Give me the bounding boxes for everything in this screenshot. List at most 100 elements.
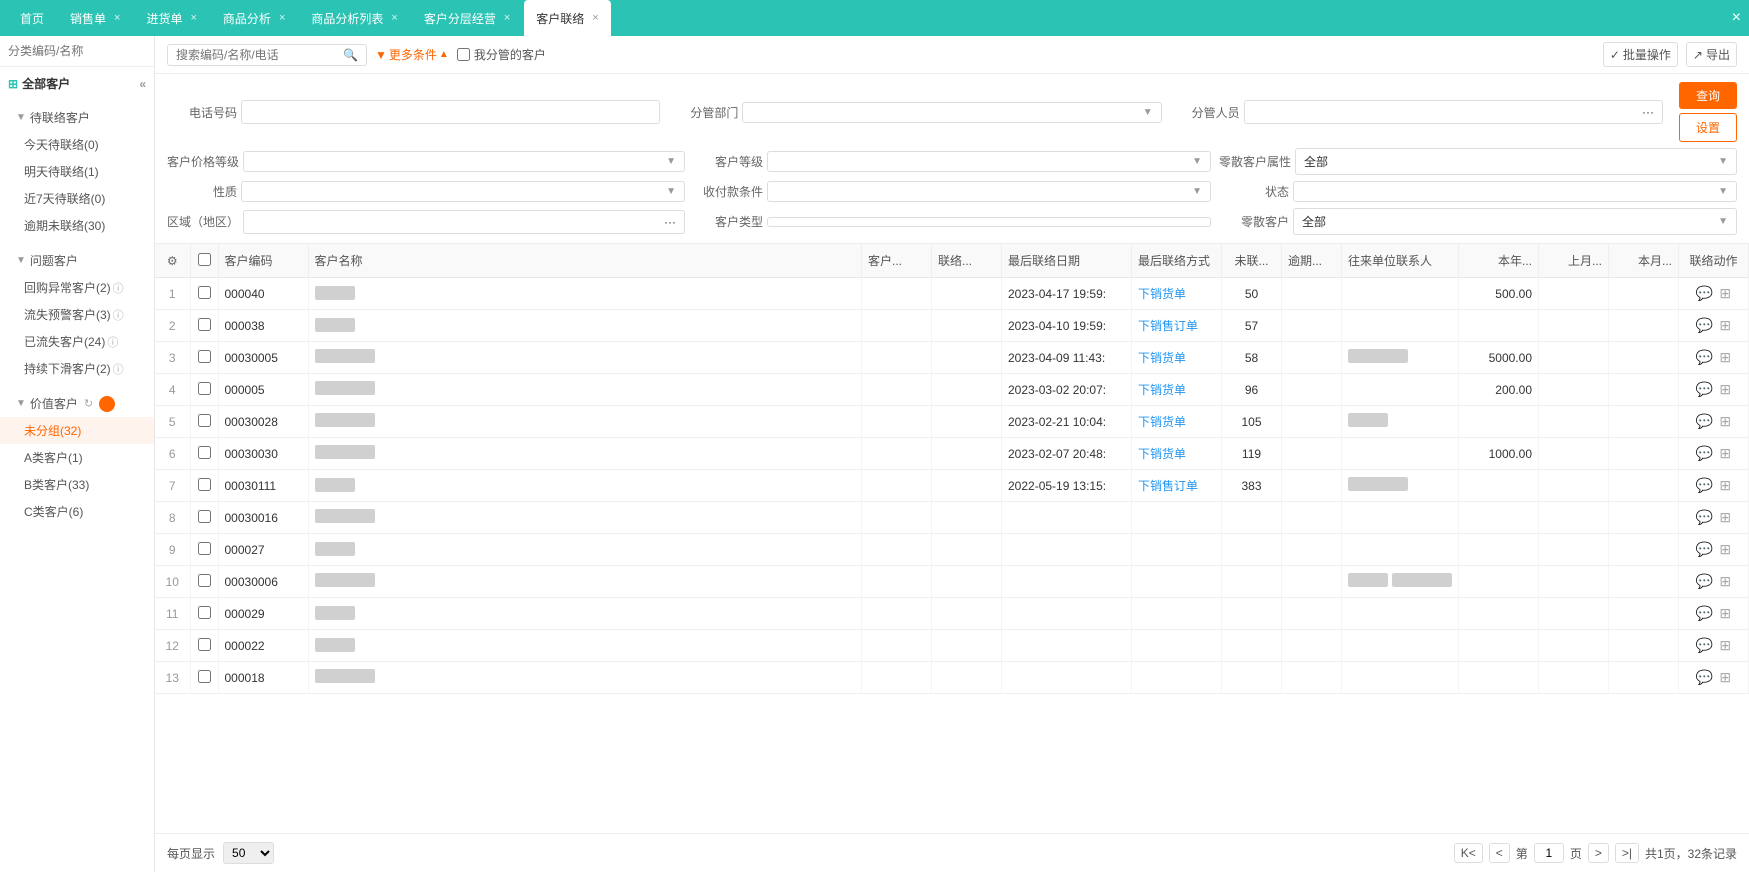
more-icon[interactable]: ⊞ [1719, 669, 1731, 686]
more-icon[interactable]: ⊞ [1719, 541, 1731, 558]
sidebar-search-input[interactable] [8, 44, 155, 58]
more-icon[interactable]: ⊞ [1719, 349, 1731, 366]
sidebar-item-class-c[interactable]: C类客户(6) [0, 498, 154, 525]
close-sales-tab[interactable]: × [114, 12, 120, 24]
dept-select[interactable]: ▼ [742, 102, 1161, 123]
more-icon[interactable]: ⊞ [1719, 285, 1731, 302]
phone-input[interactable] [241, 100, 660, 124]
contact-icon[interactable]: 💬 [1696, 669, 1713, 686]
row-checkbox[interactable] [198, 446, 211, 459]
contact-icon[interactable]: 💬 [1696, 573, 1713, 590]
close-purchase-tab[interactable]: × [190, 12, 196, 24]
last-month-column-header[interactable]: 上月... [1539, 244, 1609, 278]
last-date-column-header[interactable]: 最后联络日期 [1002, 244, 1132, 278]
code-column-header[interactable]: 客户编码 [218, 244, 308, 278]
collapse-icon[interactable]: « [139, 77, 146, 91]
row-checkbox[interactable] [198, 478, 211, 491]
row-checkbox[interactable] [198, 286, 211, 299]
sidebar-item-class-b[interactable]: B类客户(33) [0, 471, 154, 498]
sidebar-item-overdue[interactable]: 逾期未联络(30) [0, 212, 154, 239]
pending-group-header[interactable]: ▼ 待联络客户 [0, 104, 154, 131]
this-year-column-header[interactable]: 本年... [1459, 244, 1539, 278]
contact-icon[interactable]: 💬 [1696, 509, 1713, 526]
row-checkbox[interactable] [198, 638, 211, 651]
first-page-btn[interactable]: K< [1454, 843, 1483, 863]
last-method-column-header[interactable]: 最后联络方式 [1132, 244, 1222, 278]
close-customer-contact-tab[interactable]: × [592, 12, 598, 24]
close-product-list-tab[interactable]: × [391, 12, 397, 24]
row-checkbox[interactable] [198, 574, 211, 587]
sidebar-item-warning[interactable]: 流失预警客户(3) ⓘ [0, 301, 154, 328]
row-checkbox[interactable] [198, 318, 211, 331]
row-checkbox[interactable] [198, 350, 211, 363]
nature-select[interactable]: ▼ [241, 181, 685, 202]
overdue-column-header[interactable]: 逾期... [1282, 244, 1342, 278]
row-checkbox[interactable] [198, 606, 211, 619]
sidebar-item-tomorrow[interactable]: 明天待联络(1) [0, 158, 154, 185]
person-select[interactable]: ··· [1244, 100, 1663, 124]
row-checkbox[interactable] [198, 414, 211, 427]
last-method-link[interactable]: 下销货单 [1138, 447, 1186, 461]
contact-icon[interactable]: 💬 [1696, 285, 1713, 302]
contact-icon[interactable]: 💬 [1696, 381, 1713, 398]
batch-operations-btn[interactable]: ✓ 批量操作 [1603, 42, 1678, 67]
row-checkbox[interactable] [198, 542, 211, 555]
more-icon[interactable]: ⊞ [1719, 509, 1731, 526]
retail-attr-select[interactable]: 全部 ▼ [1295, 148, 1737, 175]
contact-icon[interactable]: 💬 [1696, 445, 1713, 462]
page-size-select[interactable]: 50 20 100 [223, 842, 274, 864]
row-checkbox[interactable] [198, 510, 211, 523]
sidebar-item-class-a[interactable]: A类客户(1) [0, 444, 154, 471]
nav-tab-purchase[interactable]: 进货单 × [134, 0, 208, 36]
more-icon[interactable]: ⊞ [1719, 605, 1731, 622]
contact-column-header[interactable]: 联络... [932, 244, 1002, 278]
nav-tab-product-list[interactable]: 商品分析列表 × [299, 0, 409, 36]
settings-icon[interactable]: ⚙ [167, 254, 178, 268]
customer-type-select[interactable] [767, 217, 1211, 227]
contact-icon[interactable]: 💬 [1696, 349, 1713, 366]
query-button[interactable]: 查询 [1679, 82, 1737, 109]
nav-tab-home[interactable]: 首页 [8, 0, 56, 36]
partner-column-header[interactable]: 往来单位联系人 [1342, 244, 1459, 278]
type-column-header[interactable]: 客户... [862, 244, 932, 278]
status-select[interactable]: ▼ [1293, 181, 1737, 202]
customer-level-select[interactable]: ▼ [767, 151, 1211, 172]
price-level-select[interactable]: ▼ [243, 151, 685, 172]
last-method-link[interactable]: 下销货单 [1138, 287, 1186, 301]
more-icon[interactable]: ⊞ [1719, 477, 1731, 494]
last-page-btn[interactable]: >| [1615, 843, 1639, 863]
sidebar-item-7days[interactable]: 近7天待联络(0) [0, 185, 154, 212]
next-page-btn[interactable]: > [1588, 843, 1609, 863]
settings-column-header[interactable]: ⚙ [155, 244, 190, 278]
more-icon[interactable]: ⊞ [1719, 413, 1731, 430]
last-method-link[interactable]: 下销售订单 [1138, 319, 1198, 333]
sidebar-item-today[interactable]: 今天待联络(0) [0, 131, 154, 158]
prev-page-btn[interactable]: < [1489, 843, 1510, 863]
more-icon[interactable]: ⊞ [1719, 445, 1731, 462]
reset-button[interactable]: 设置 [1679, 113, 1737, 142]
contact-icon[interactable]: 💬 [1696, 541, 1713, 558]
last-method-link[interactable]: 下销货单 [1138, 383, 1186, 397]
contact-icon[interactable]: 💬 [1696, 637, 1713, 654]
nav-tab-sales[interactable]: 销售单 × [58, 0, 132, 36]
sidebar-item-declining[interactable]: 持续下滑客户(2) ⓘ [0, 355, 154, 382]
more-icon[interactable]: ⊞ [1719, 381, 1731, 398]
more-icon[interactable]: ⊞ [1719, 637, 1731, 654]
nav-tab-customer-tier[interactable]: 客户分层经营 × [412, 0, 522, 36]
contact-icon[interactable]: 💬 [1696, 477, 1713, 494]
last-method-link[interactable]: 下销售订单 [1138, 479, 1198, 493]
sidebar-item-lost[interactable]: 已流失客户(24) ⓘ [0, 328, 154, 355]
more-icon[interactable]: ⊞ [1719, 573, 1731, 590]
search-input[interactable] [176, 48, 339, 62]
my-customers-checkbox[interactable] [457, 48, 470, 61]
problem-group-header[interactable]: ▼ 问题客户 [0, 247, 154, 274]
nav-tab-customer-contact[interactable]: 客户联络 × [524, 0, 610, 36]
nav-tab-product-analysis[interactable]: 商品分析 × [211, 0, 297, 36]
last-method-link[interactable]: 下销货单 [1138, 415, 1186, 429]
export-btn[interactable]: ↗ 导出 [1686, 42, 1737, 67]
sidebar-item-unclassified[interactable]: 未分组(32) [0, 417, 154, 444]
more-conditions-btn[interactable]: ▼ 更多条件 ▲ [375, 46, 449, 63]
contact-icon[interactable]: 💬 [1696, 413, 1713, 430]
contact-icon[interactable]: 💬 [1696, 605, 1713, 622]
row-checkbox[interactable] [198, 670, 211, 683]
